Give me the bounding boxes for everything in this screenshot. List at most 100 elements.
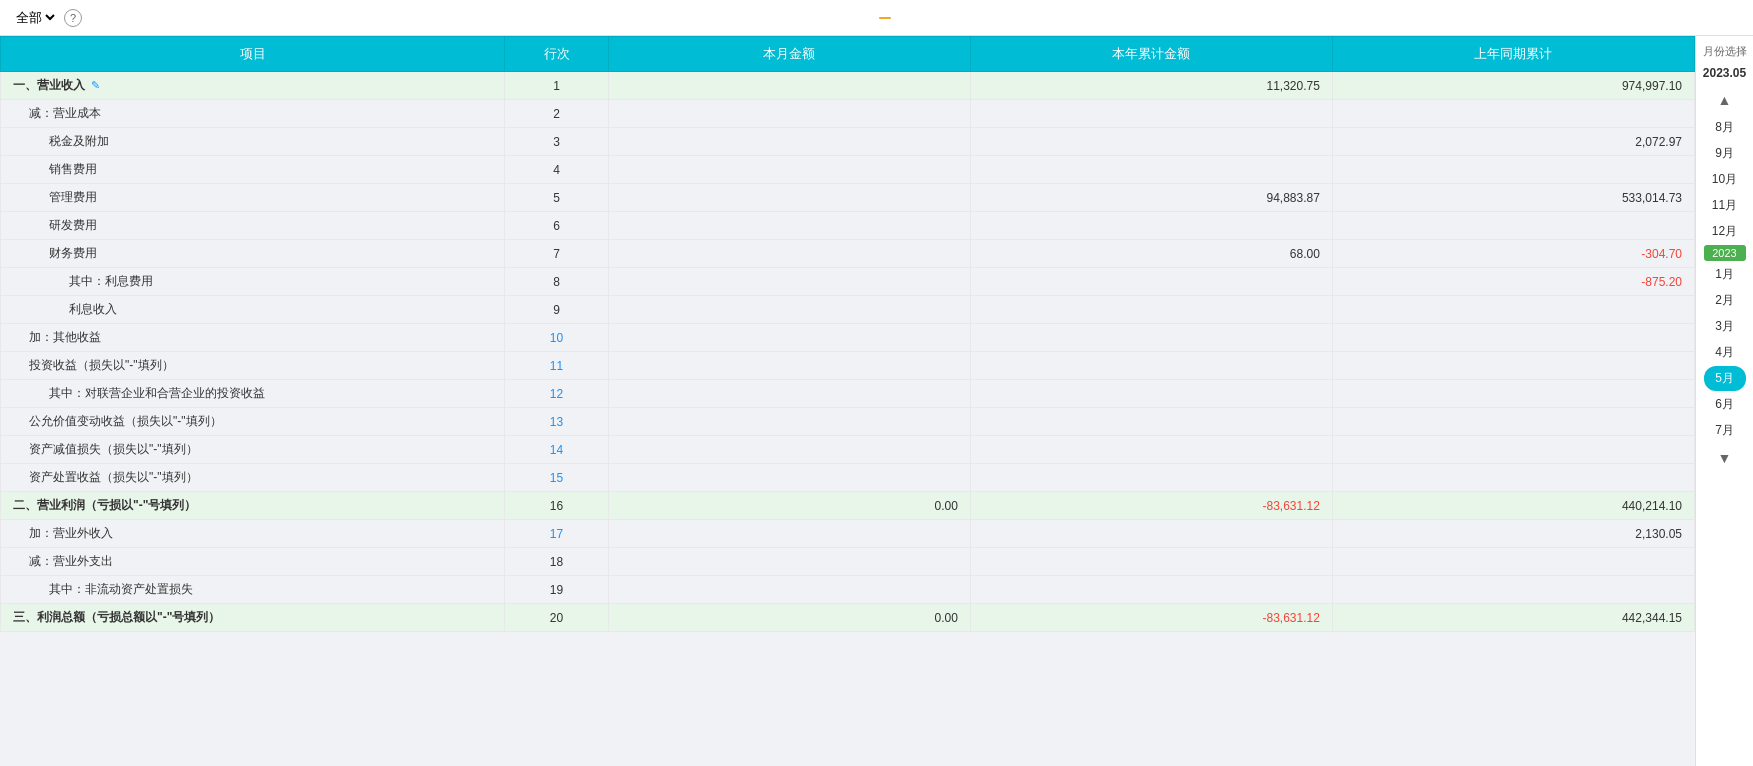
cell-prior-amount: [1332, 352, 1694, 380]
month-item[interactable]: 2月: [1704, 288, 1746, 313]
month-item[interactable]: 12月: [1704, 219, 1746, 244]
cell-item-name: 一、营业收入 ✎: [1, 72, 505, 100]
month-item[interactable]: 3月: [1704, 314, 1746, 339]
cell-row-num: 1: [505, 72, 608, 100]
help-icon[interactable]: ?: [64, 9, 82, 27]
cell-ytd-amount: [970, 296, 1332, 324]
cell-prior-amount: 440,214.10: [1332, 492, 1694, 520]
month-item[interactable]: 4月: [1704, 340, 1746, 365]
table-row: 减：营业外支出18: [1, 548, 1695, 576]
month-item[interactable]: 9月: [1704, 141, 1746, 166]
month-item[interactable]: 11月: [1704, 193, 1746, 218]
month-year-label[interactable]: 2023: [1704, 245, 1746, 261]
cell-item-name: 其中：非流动资产处置损失: [1, 576, 505, 604]
item-name-text: 一、营业收入: [9, 78, 85, 92]
cell-month-amount: [608, 352, 970, 380]
table-row: 管理费用594,883.87533,014.73: [1, 184, 1695, 212]
cell-ytd-amount: [970, 520, 1332, 548]
cell-row-num: 5: [505, 184, 608, 212]
table-row: 公允价值变动收益（损失以"-"填列）13: [1, 408, 1695, 436]
select-all-dropdown[interactable]: 全部: [12, 9, 58, 26]
item-name-text: 加：营业外收入: [9, 526, 113, 540]
cell-month-amount: [608, 240, 970, 268]
cell-item-name: 管理费用: [1, 184, 505, 212]
cell-ytd-amount: 68.00: [970, 240, 1332, 268]
nav-arrow-down[interactable]: ▼: [1713, 446, 1737, 470]
table-row: 销售费用4: [1, 156, 1695, 184]
cell-month-amount: [608, 520, 970, 548]
item-name-text: 加：其他收益: [9, 330, 101, 344]
cell-month-amount: [608, 156, 970, 184]
select-all-select[interactable]: 全部: [12, 9, 58, 26]
cell-month-amount: [608, 464, 970, 492]
month-sidebar: 月份选择 2023.05 ▲ 8月9月10月11月12月20231月2月3月4月…: [1695, 36, 1753, 766]
cell-row-num[interactable]: 14: [505, 436, 608, 464]
cell-row-num[interactable]: 10: [505, 324, 608, 352]
cell-row-num[interactable]: 11: [505, 352, 608, 380]
cell-row-num[interactable]: 12: [505, 380, 608, 408]
item-name-text: 投资收益（损失以"-"填列）: [9, 358, 174, 372]
cell-ytd-amount: [970, 212, 1332, 240]
cell-prior-amount: [1332, 324, 1694, 352]
month-item[interactable]: 5月: [1704, 366, 1746, 391]
cell-row-num: 4: [505, 156, 608, 184]
cell-prior-amount: [1332, 296, 1694, 324]
cell-month-amount: [608, 576, 970, 604]
col-header-ytd: 本年累计金额: [970, 37, 1332, 72]
month-item[interactable]: 7月: [1704, 418, 1746, 443]
cell-ytd-amount: -83,631.12: [970, 492, 1332, 520]
cell-row-num: 3: [505, 128, 608, 156]
cell-month-amount: [608, 100, 970, 128]
month-item[interactable]: 8月: [1704, 115, 1746, 140]
table-area: 项目 行次 本月金额 本年累计金额 上年同期累计 一、营业收入✎111,320.…: [0, 36, 1695, 766]
table-row: 加：营业外收入172,130.05: [1, 520, 1695, 548]
unexecuted-badge[interactable]: [879, 17, 891, 19]
cell-item-name: 税金及附加: [1, 128, 505, 156]
cell-row-num[interactable]: 15: [505, 464, 608, 492]
cell-row-num[interactable]: 17: [505, 520, 608, 548]
item-name-text: 其中：非流动资产处置损失: [9, 582, 193, 596]
table-row: 其中：非流动资产处置损失 19: [1, 576, 1695, 604]
month-sidebar-year: 2023.05: [1703, 62, 1746, 86]
cell-row-num[interactable]: 13: [505, 408, 608, 436]
item-name-text: 财务费用: [9, 246, 97, 260]
cell-ytd-amount: [970, 548, 1332, 576]
cell-prior-amount: [1332, 100, 1694, 128]
top-bar-center: [863, 17, 891, 19]
month-item[interactable]: 6月: [1704, 392, 1746, 417]
cell-item-name: 财务费用: [1, 240, 505, 268]
month-item[interactable]: 10月: [1704, 167, 1746, 192]
cell-ytd-amount: [970, 352, 1332, 380]
cell-ytd-amount: [970, 576, 1332, 604]
cell-ytd-amount: [970, 380, 1332, 408]
table-row: 研发费用6: [1, 212, 1695, 240]
cell-row-num: 19: [505, 576, 608, 604]
nav-arrow-up[interactable]: ▲: [1713, 88, 1737, 112]
cell-item-name: 公允价值变动收益（损失以"-"填列）: [1, 408, 505, 436]
table-row: 投资收益（损失以"-"填列） 11: [1, 352, 1695, 380]
col-header-month: 本月金额: [608, 37, 970, 72]
item-name-text: 研发费用: [9, 218, 97, 232]
cell-prior-amount: -875.20: [1332, 268, 1694, 296]
item-name-text: 资产减值损失（损失以"-"填列）: [9, 442, 198, 456]
edit-icon[interactable]: ✎: [91, 79, 100, 91]
cell-item-name: 减：营业成本: [1, 100, 505, 128]
cell-ytd-amount: [970, 156, 1332, 184]
cell-item-name: 其中：对联营企业和合营企业的投资收益: [1, 380, 505, 408]
cell-prior-amount: [1332, 380, 1694, 408]
item-name-text: 减：营业外支出: [9, 554, 113, 568]
col-header-item: 项目: [1, 37, 505, 72]
cell-ytd-amount: [970, 100, 1332, 128]
month-item[interactable]: 1月: [1704, 262, 1746, 287]
cell-month-amount: [608, 268, 970, 296]
table-row: 资产处置收益（损失以"-"填列）15: [1, 464, 1695, 492]
cell-ytd-amount: [970, 436, 1332, 464]
cell-item-name: 销售费用: [1, 156, 505, 184]
cell-prior-amount: 442,344.15: [1332, 604, 1694, 632]
table-row: 资产减值损失（损失以"-"填列） 14: [1, 436, 1695, 464]
table-row: 其中：利息费用8-875.20: [1, 268, 1695, 296]
cell-ytd-amount: [970, 324, 1332, 352]
item-name-text: 减：营业成本: [9, 106, 101, 120]
table-row: 二、营业利润（亏损以"-"号填列）160.00-83,631.12440,214…: [1, 492, 1695, 520]
cell-prior-amount: -304.70: [1332, 240, 1694, 268]
